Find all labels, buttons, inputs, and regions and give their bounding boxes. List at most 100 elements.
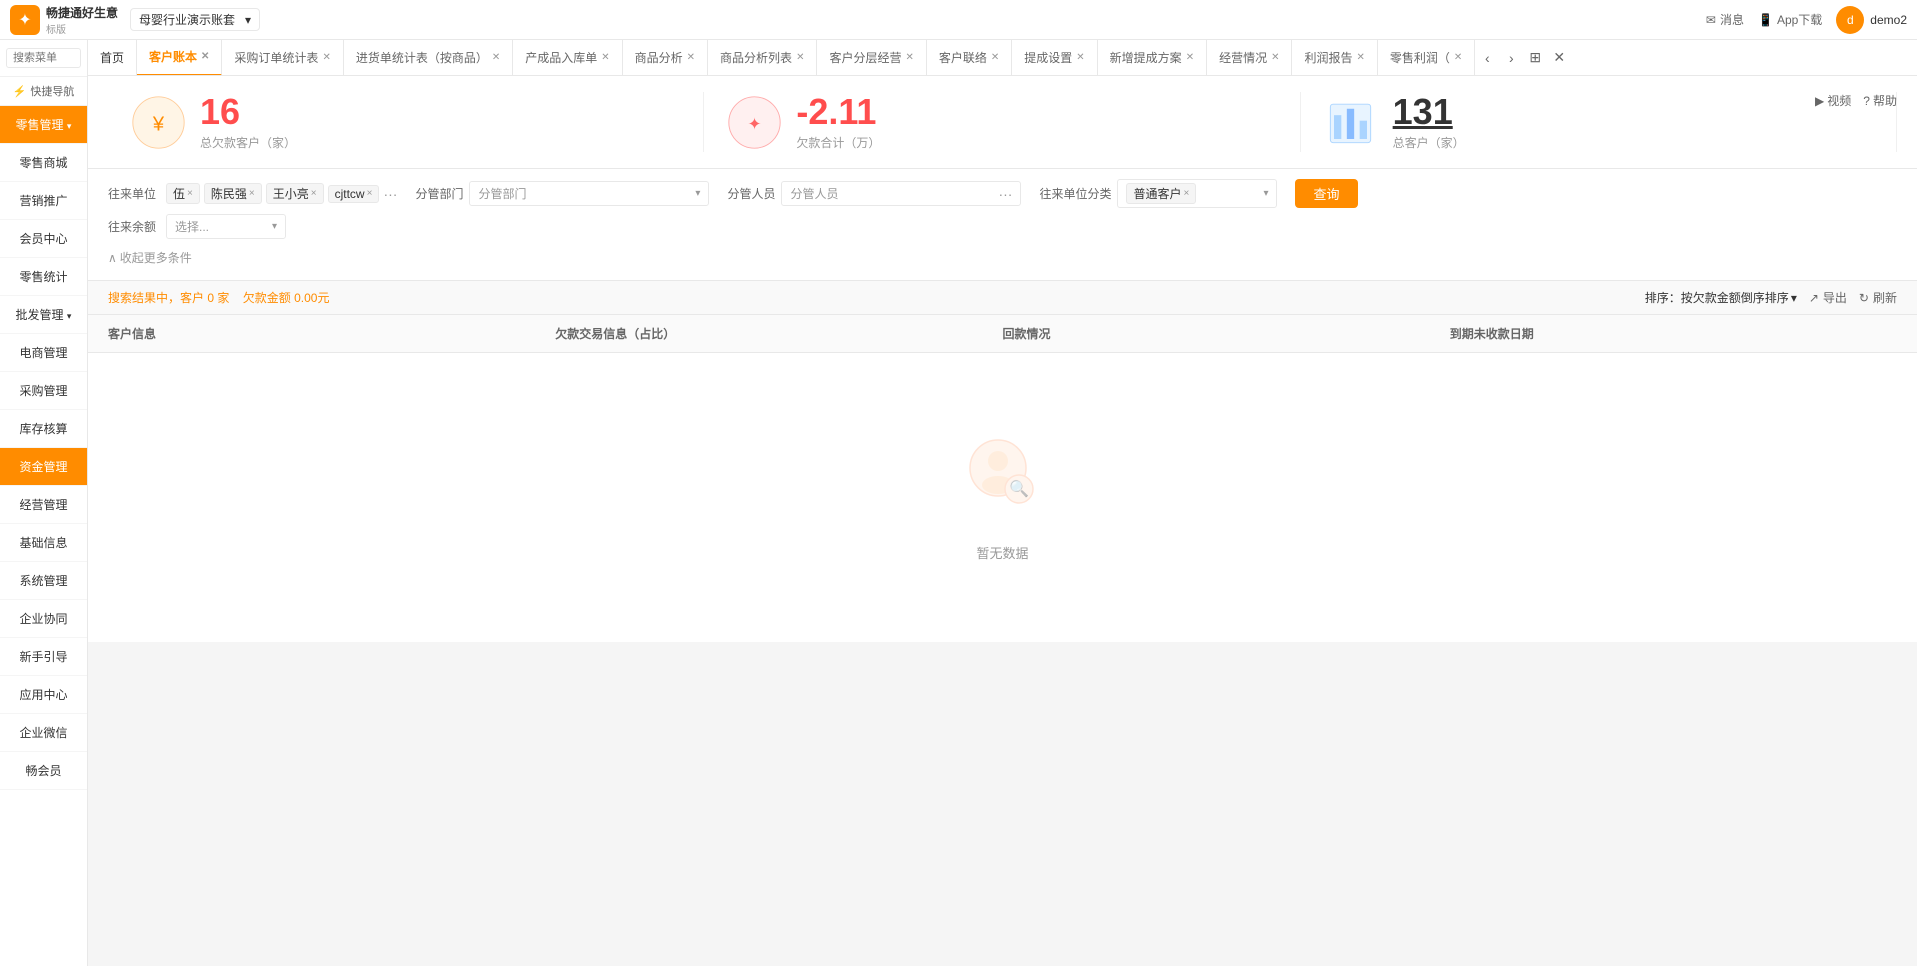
export-btn[interactable]: ↗ 导出 bbox=[1809, 289, 1847, 306]
tab-home[interactable]: 首页 bbox=[88, 40, 137, 76]
sidebar-item-label: 电商管理 bbox=[19, 346, 67, 360]
sidebar-item-finance[interactable]: 资金管理 bbox=[0, 448, 87, 486]
sidebar-search bbox=[0, 40, 87, 77]
tab-label: 新增提成方案 bbox=[1110, 49, 1182, 66]
store-select[interactable]: 母婴行业演示账套 ▾ bbox=[130, 8, 260, 31]
tab-close-purchase-stats[interactable]: ✕ bbox=[492, 52, 500, 63]
tab-customer-contact[interactable]: 客户联络 ✕ bbox=[927, 40, 1012, 76]
tab-product-entry[interactable]: 产成品入库单 ✕ bbox=[513, 40, 622, 76]
dept-filter-label: 分管部门 bbox=[415, 185, 463, 202]
sidebar-item-corp-wechat[interactable]: 企业微信 bbox=[0, 714, 87, 752]
summary-number-total: 131 bbox=[1393, 94, 1465, 130]
tab-close-operations[interactable]: ✕ bbox=[1271, 52, 1279, 63]
tab-close-customer-account[interactable]: ✕ bbox=[201, 51, 209, 62]
tab-close-new-raise[interactable]: ✕ bbox=[1186, 52, 1194, 63]
tab-operations[interactable]: 经营情况 ✕ bbox=[1207, 40, 1292, 76]
sidebar-item-inventory[interactable]: 库存核算 bbox=[0, 410, 87, 448]
summary-card-debt: ✦ -2.11 欠款合计（万） bbox=[704, 92, 1300, 152]
unit-tag-close-3[interactable]: × bbox=[367, 188, 373, 199]
store-name: 母婴行业演示账套 bbox=[139, 11, 235, 28]
unit-type-tag-close[interactable]: × bbox=[1184, 188, 1190, 199]
summary-data-3: 131 总客户（家） bbox=[1393, 94, 1465, 151]
tab-label: 客户分层经营 bbox=[829, 49, 901, 66]
tab-customer-account[interactable]: 客户账本 ✕ bbox=[137, 40, 222, 76]
sidebar-item-purchase[interactable]: 采购管理 bbox=[0, 372, 87, 410]
tab-raise-settings[interactable]: 提成设置 ✕ bbox=[1012, 40, 1097, 76]
sidebar-item-label: 系统管理 bbox=[19, 574, 67, 588]
tab-customer-tier[interactable]: 客户分层经营 ✕ bbox=[817, 40, 926, 76]
sidebar-item-wholesale[interactable]: 批发管理 ▾ bbox=[0, 296, 87, 334]
tab-product-analysis[interactable]: 商品分析 ✕ bbox=[623, 40, 708, 76]
sidebar-item-label: 批发管理 bbox=[16, 308, 64, 322]
logo-subtitle: 标版 bbox=[46, 21, 118, 36]
refresh-icon: ↻ bbox=[1859, 291, 1869, 305]
sort-select[interactable]: 排序：按欠款金额倒序排序 ▾ bbox=[1645, 289, 1797, 306]
sidebar-item-app-center[interactable]: 应用中心 bbox=[0, 676, 87, 714]
sidebar-item-member[interactable]: 会员中心 bbox=[0, 220, 87, 258]
tab-close-customer-contact[interactable]: ✕ bbox=[991, 52, 999, 63]
tab-close-product-analysis[interactable]: ✕ bbox=[687, 52, 695, 63]
unit-tag-close-0[interactable]: × bbox=[187, 188, 193, 199]
video-btn[interactable]: ▶ 视频 bbox=[1815, 92, 1851, 109]
tab-close-customer-tier[interactable]: ✕ bbox=[905, 52, 913, 63]
user-area[interactable]: d demo2 bbox=[1836, 6, 1907, 34]
sidebar-item-label: 零售商城 bbox=[19, 156, 67, 170]
quick-nav-label: 快捷导航 bbox=[30, 83, 74, 99]
tab-close-product-entry[interactable]: ✕ bbox=[601, 52, 609, 63]
tab-expand-btn[interactable]: ⊞ bbox=[1523, 40, 1547, 76]
summary-label-debt: 欠款合计（万） bbox=[796, 134, 880, 151]
tab-nav-left[interactable]: ‹ bbox=[1475, 40, 1499, 76]
sidebar-item-marketing[interactable]: 营销推广 bbox=[0, 182, 87, 220]
unit-tag-more[interactable]: ··· bbox=[383, 186, 397, 202]
tab-close-retail-profit[interactable]: ✕ bbox=[1454, 52, 1462, 63]
person-input[interactable]: 分管人员 ··· bbox=[781, 181, 1021, 206]
sidebar-item-new-guide[interactable]: 新手引导 bbox=[0, 638, 87, 676]
sidebar-item-label: 畅会员 bbox=[25, 764, 61, 778]
export-icon: ↗ bbox=[1809, 291, 1819, 305]
tab-home-label: 首页 bbox=[100, 49, 124, 66]
tab-purchase-stats[interactable]: 进货单统计表（按商品） ✕ bbox=[344, 40, 513, 76]
quick-nav-btn[interactable]: ⚡ 快捷导航 bbox=[0, 77, 87, 106]
page-content: ¥ 16 总欠款客户（家） ✦ bbox=[88, 76, 1917, 966]
collapse-btn[interactable]: ∧ 收起更多条件 bbox=[108, 245, 1897, 270]
sidebar-item-corp-collab[interactable]: 企业协同 bbox=[0, 600, 87, 638]
tab-retail-profit[interactable]: 零售利润（ ✕ bbox=[1378, 40, 1475, 76]
sidebar-item-retail-shop[interactable]: 零售商城 bbox=[0, 144, 87, 182]
tab-close-purchase-order[interactable]: ✕ bbox=[322, 52, 330, 63]
query-btn-label: 查询 bbox=[1313, 187, 1339, 202]
tab-label: 客户联络 bbox=[939, 49, 987, 66]
search-input[interactable] bbox=[6, 48, 81, 68]
tab-product-analysis-list[interactable]: 商品分析列表 ✕ bbox=[708, 40, 817, 76]
sidebar-item-ecommerce[interactable]: 电商管理 bbox=[0, 334, 87, 372]
balance-select[interactable]: 选择... ▾ bbox=[166, 214, 286, 239]
tab-nav-right[interactable]: › bbox=[1499, 40, 1523, 76]
unit-type-select[interactable]: 普通客户 × ▾ bbox=[1117, 179, 1277, 208]
refresh-btn[interactable]: ↻ 刷新 bbox=[1859, 289, 1897, 306]
sidebar-item-basic-info[interactable]: 基础信息 bbox=[0, 524, 87, 562]
person-input-placeholder: 分管人员 bbox=[790, 185, 838, 202]
sidebar-item-label: 企业协同 bbox=[19, 612, 67, 626]
tab-purchase-order[interactable]: 采购订单统计表 ✕ bbox=[222, 40, 343, 76]
sidebar-item-operations[interactable]: 经营管理 bbox=[0, 486, 87, 524]
unit-tag-close-2[interactable]: × bbox=[311, 188, 317, 199]
tab-close-profit-report[interactable]: ✕ bbox=[1357, 52, 1365, 63]
app-icon: 📱 bbox=[1758, 13, 1773, 27]
help-btn[interactable]: ? 帮助 bbox=[1863, 92, 1897, 109]
filter-row-1: 往来单位 伍 × 陈民强 × 王小亮 bbox=[108, 179, 1897, 208]
sidebar-item-system[interactable]: 系统管理 bbox=[0, 562, 87, 600]
tab-close-all-btn[interactable]: ✕ bbox=[1547, 40, 1571, 76]
sidebar-item-member2[interactable]: 畅会员 bbox=[0, 752, 87, 790]
tab-close-raise-settings[interactable]: ✕ bbox=[1076, 52, 1084, 63]
query-btn[interactable]: 查询 bbox=[1295, 179, 1357, 208]
unit-tag-close-1[interactable]: × bbox=[249, 188, 255, 199]
sidebar-item-retail-mgmt[interactable]: 零售管理 ▾ bbox=[0, 106, 87, 144]
summary-label-total: 总客户（家） bbox=[1393, 134, 1465, 151]
tab-profit-report[interactable]: 利润报告 ✕ bbox=[1292, 40, 1377, 76]
app-download-btn[interactable]: 📱 App下载 bbox=[1758, 11, 1822, 28]
col-header-payment: 回款情况 bbox=[1003, 325, 1450, 342]
tab-new-raise[interactable]: 新增提成方案 ✕ bbox=[1098, 40, 1207, 76]
sidebar-item-retail-stats[interactable]: 零售统计 bbox=[0, 258, 87, 296]
tab-close-product-analysis-list[interactable]: ✕ bbox=[796, 52, 804, 63]
message-btn[interactable]: ✉ 消息 bbox=[1706, 11, 1744, 28]
dept-select[interactable]: 分管部门 ▾ bbox=[469, 181, 709, 206]
